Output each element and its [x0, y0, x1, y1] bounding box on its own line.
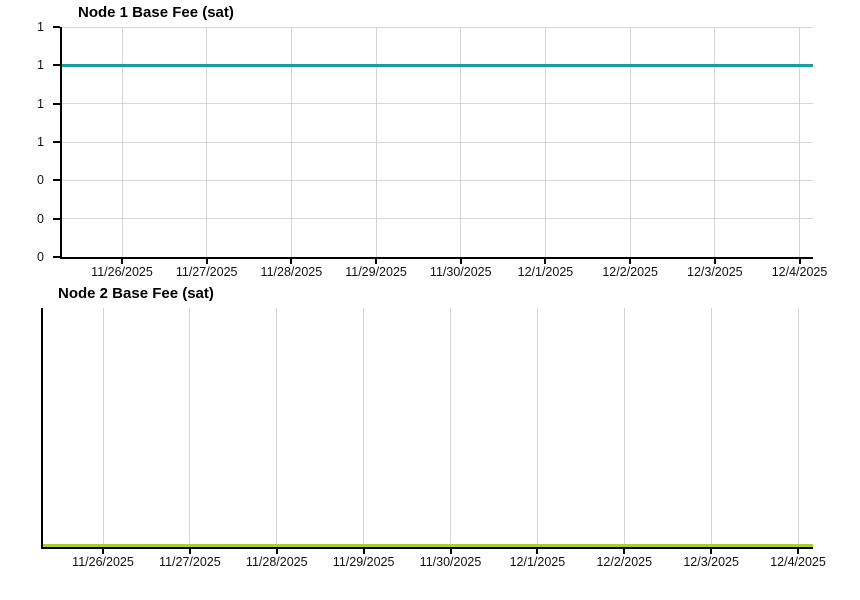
gridline-horizontal	[62, 103, 813, 105]
x-tick-label: 11/26/2025	[72, 555, 134, 569]
x-axis-tick	[275, 549, 278, 554]
y-tick-label: 1	[37, 19, 44, 34]
gridline-vertical	[629, 27, 631, 257]
x-tick-label: 12/1/2025	[517, 265, 574, 279]
gridline-vertical	[375, 27, 377, 257]
node1-plot-area: 0 0 0 1 1 1 1 11/26/2025 11/27/2025 11/28/2025 11/…	[37, 21, 827, 279]
gridline-vertical	[536, 308, 538, 547]
gridline-vertical	[450, 308, 451, 547]
x-axis-tick	[710, 549, 713, 554]
node2-plot-area: 11/26/2025 11/27/2025 11/28/2025 11/29/2025…	[41, 308, 826, 569]
series-line-node1	[62, 63, 813, 67]
y-axis-tick	[53, 26, 60, 28]
gridline-vertical	[460, 27, 462, 257]
x-tick-label: 12/3/2025	[687, 265, 743, 279]
x-tick-label: 12/3/2025	[683, 555, 739, 569]
x-tick-label: 12/2/2025	[602, 265, 658, 279]
x-axis-tick	[375, 259, 378, 264]
gridline-vertical	[276, 308, 278, 547]
x-axis-tick	[205, 259, 208, 264]
x-axis-tick	[544, 259, 547, 264]
x-axis-tick	[536, 549, 539, 554]
gridline-vertical	[623, 308, 625, 547]
gridline-vertical	[290, 27, 292, 257]
x-axis-tick	[188, 549, 191, 554]
x-axis-tick	[362, 549, 365, 554]
x-axis	[62, 257, 813, 259]
y-tick-label: 0	[37, 249, 44, 264]
fee-charts-panel: Node 1 Base Fee (sat) 0 0 0 1 1 1 1 11/26/2025 1…	[0, 0, 860, 600]
gridline-vertical	[714, 27, 716, 257]
x-tick-label: 12/4/2025	[770, 555, 826, 569]
gridline-vertical	[710, 308, 712, 547]
x-tick-label: 12/1/2025	[509, 555, 566, 569]
gridline-vertical	[797, 308, 799, 547]
gridline-vertical	[544, 27, 546, 257]
x-tick-label: 11/28/2025	[245, 555, 308, 569]
y-axis-tick	[53, 217, 60, 220]
x-tick-label: 12/2/2025	[596, 555, 653, 569]
gridline-vertical	[121, 27, 123, 257]
y-axis-tick	[53, 64, 60, 67]
x-tick-label: 12/4/2025	[771, 265, 828, 279]
node1-chart-title: Node 1 Base Fee (sat)	[78, 4, 234, 21]
x-tick-label: 11/26/2025	[91, 265, 153, 279]
y-tick-label: 0	[37, 211, 44, 226]
gridline-vertical	[189, 308, 191, 547]
x-axis-tick	[290, 259, 293, 264]
x-tick-label: 11/29/2025	[332, 555, 395, 569]
y-axis-tick	[53, 141, 60, 143]
y-axis-tick	[53, 179, 60, 182]
x-axis	[43, 547, 813, 549]
node2-chart-title: Node 2 Base Fee (sat)	[58, 285, 214, 302]
gridline-horizontal	[62, 26, 813, 28]
x-axis-tick	[449, 549, 452, 554]
x-axis-tick	[798, 259, 801, 264]
gridline-horizontal	[62, 141, 813, 143]
x-axis-tick	[713, 259, 716, 264]
x-axis-tick	[629, 259, 632, 264]
x-axis-tick	[102, 549, 104, 554]
gridline-vertical	[363, 308, 365, 547]
x-tick-label: 11/27/2025	[175, 265, 238, 279]
x-axis-tick	[797, 549, 799, 554]
y-axis	[41, 308, 43, 549]
x-axis-tick	[623, 549, 626, 554]
gridline-horizontal	[62, 218, 813, 220]
x-tick-label: 11/28/2025	[260, 265, 323, 279]
y-tick-label: 0	[37, 173, 44, 188]
y-tick-label: 1	[37, 96, 44, 111]
x-axis-tick	[459, 259, 462, 264]
y-tick-label: 1	[37, 134, 44, 149]
gridline-horizontal	[62, 179, 813, 181]
x-axis-tick	[121, 259, 123, 264]
gridline-vertical	[799, 27, 800, 257]
y-axis-tick	[53, 256, 60, 258]
gridline-vertical	[206, 27, 208, 257]
x-tick-label: 11/27/2025	[159, 555, 221, 569]
x-tick-label: 11/30/2025	[429, 265, 492, 279]
gridline-vertical	[102, 308, 104, 547]
y-axis	[60, 27, 62, 259]
y-tick-label: 1	[37, 58, 44, 73]
x-tick-label: 11/29/2025	[345, 265, 407, 279]
y-axis-tick	[53, 102, 60, 105]
x-tick-label: 11/30/2025	[419, 555, 482, 569]
